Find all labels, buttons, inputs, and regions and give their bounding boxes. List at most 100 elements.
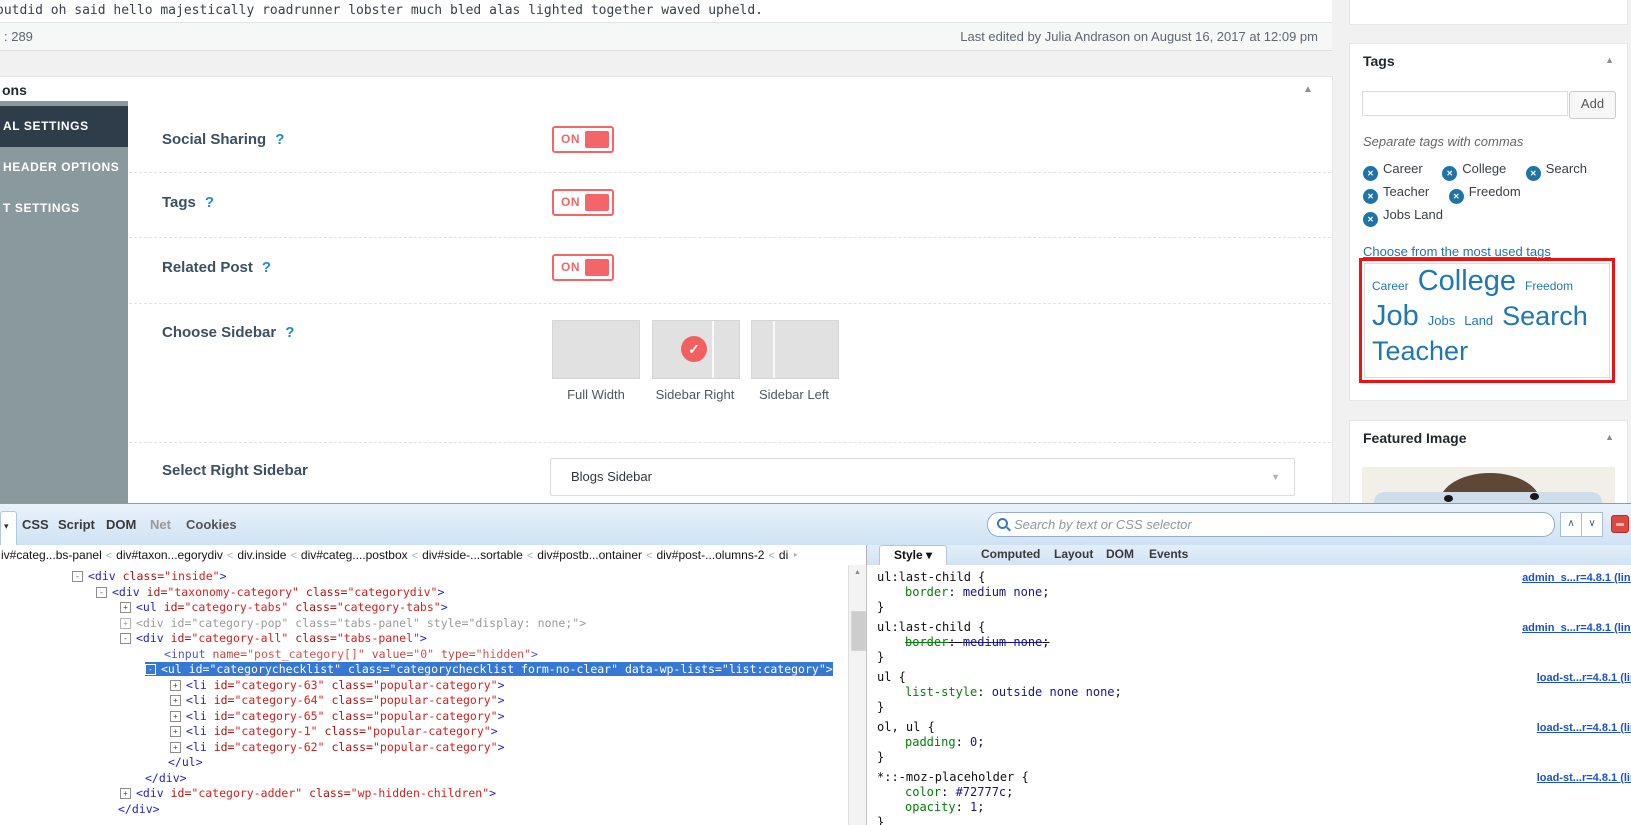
tab-style[interactable]: Style ▾	[879, 545, 947, 565]
nav-item-post-settings[interactable]: T SETTINGS	[0, 188, 128, 229]
css-source-link[interactable]: load-st...r=4.8.1 (line 1	[1537, 721, 1631, 736]
expand-icon[interactable]: +	[170, 679, 181, 691]
related-post-toggle[interactable]: ON	[552, 254, 614, 281]
remove-tag-icon[interactable]: ✕	[1442, 166, 1458, 181]
featured-image[interactable]	[1362, 467, 1615, 504]
expand-icon[interactable]: +	[120, 788, 131, 799]
social-sharing-help-icon[interactable]: ?	[275, 131, 284, 148]
css-source-link[interactable]: load-st...r=4.8.1 (line 2	[1537, 771, 1631, 786]
tab-css[interactable]: CSS	[22, 517, 49, 532]
dom-tree-row[interactable]: + <div id="category-pop" class="tabs-pane…	[0, 616, 848, 632]
tags-toggle[interactable]: ON	[552, 189, 614, 216]
choose-sidebar-help-icon[interactable]: ?	[285, 324, 294, 341]
tag-cloud-item[interactable]: College	[1418, 265, 1516, 297]
new-tag-input[interactable]	[1362, 91, 1568, 116]
tag-cloud-item[interactable]: Freedom	[1525, 279, 1573, 293]
metabox-collapse-arrow-icon[interactable]: ▲	[1303, 84, 1313, 95]
dom-tree-row[interactable]: </ul>	[0, 755, 848, 771]
tag-cloud-item[interactable]: Search	[1502, 301, 1588, 331]
post-content-editor[interactable]: outdid oh said hello majestically roadru…	[0, 0, 1332, 23]
css-rule[interactable]: *::-moz-placeholder {load-st...r=4.8.1 (…	[877, 770, 1631, 825]
scroll-up-icon[interactable]: ▲	[849, 565, 866, 581]
tag-cloud-item[interactable]: Land	[1464, 313, 1493, 328]
tab-net[interactable]: Net	[150, 517, 171, 532]
dom-tree-row[interactable]: + <ul id="category-tabs" class="category-…	[0, 600, 848, 616]
dom-tree-row[interactable]: + <li id="category-65" class="popular-cat…	[0, 709, 848, 725]
most-used-tags-link[interactable]: Choose from the most used tags	[1363, 244, 1551, 259]
dom-tree-row[interactable]: </div>	[0, 771, 848, 787]
dom-tree-row[interactable]: + <li id="category-63" class="popular-cat…	[0, 678, 848, 694]
search-input[interactable]	[1012, 514, 1546, 535]
dom-tree-row[interactable]: + <li id="category-62" class="popular-cat…	[0, 740, 848, 756]
remove-tag-icon[interactable]: ✕	[1525, 166, 1541, 181]
breadcrumb-item[interactable]: div#taxon...egorydiv	[112, 548, 227, 562]
css-source-link[interactable]: admin_s...r=4.8.1 (line 14	[1522, 621, 1631, 636]
collapse-icon[interactable]: -	[145, 664, 156, 675]
breadcrumb-item[interactable]: div#categ....postbox	[297, 548, 412, 562]
breadcrumb-item[interactable]: iv#categ...bs-panel	[0, 548, 106, 562]
expand-icon[interactable]: +	[170, 695, 181, 706]
tags-collapse-arrow-icon[interactable]: ▲	[1605, 55, 1614, 65]
dom-tree-row[interactable]: + <li id="category-1" class="popular-cate…	[0, 724, 848, 740]
social-sharing-toggle[interactable]: ON	[552, 126, 614, 153]
remove-tag-icon[interactable]: ✕	[1363, 212, 1378, 227]
dom-tree-row-selected[interactable]: - <ul id="categorychecklist" class="categ…	[0, 662, 848, 678]
search-next-button[interactable]: ∨	[1581, 512, 1603, 537]
remove-tag-icon[interactable]: ✕	[1363, 189, 1378, 204]
breadcrumb-item[interactable]: div#side-...sortable	[418, 548, 527, 562]
css-source-link[interactable]: load-st...r=4.8.1 (line 1	[1537, 671, 1631, 686]
tag-cloud-item[interactable]: Job	[1372, 300, 1419, 332]
expand-icon[interactable]: +	[170, 726, 181, 737]
remove-tag-icon[interactable]: ✕	[1448, 189, 1464, 204]
expand-icon[interactable]: +	[170, 710, 181, 722]
featured-collapse-arrow-icon[interactable]: ▲	[1605, 432, 1614, 442]
expand-icon[interactable]: +	[120, 602, 131, 613]
dom-tree-row[interactable]: - <div id="taxonomy-category" class="cate…	[0, 585, 848, 601]
css-source-link[interactable]: admin_s...r=4.8.1 (line 15	[1522, 571, 1631, 586]
css-rule[interactable]: ol, ul {load-st...r=4.8.1 (line 1padding…	[877, 720, 1631, 765]
collapse-icon[interactable]: -	[96, 586, 107, 598]
right-sidebar-select[interactable]: Blogs Sidebar ▼	[550, 458, 1295, 496]
css-rule[interactable]: ul:last-child {admin_s...r=4.8.1 (line 1…	[877, 620, 1631, 665]
collapse-icon[interactable]: -	[72, 571, 83, 582]
tree-scrollbar[interactable]: ▲	[848, 565, 866, 825]
tag-cloud-item[interactable]: Teacher	[1372, 336, 1468, 366]
dom-tree-row[interactable]: - <div class="inside">	[0, 569, 848, 585]
dom-tree-row[interactable]: - <div id="category-all" class="tabs-pane…	[0, 631, 848, 647]
search-prev-button[interactable]: ∧	[1560, 512, 1582, 537]
tab-script[interactable]: Script	[58, 517, 95, 532]
breadcrumb-item[interactable]: div#postb...ontainer	[533, 548, 646, 562]
breadcrumb-item[interactable]: di	[775, 548, 792, 562]
scrollbar-thumb[interactable]	[851, 611, 866, 651]
expand-icon[interactable]: +	[170, 741, 181, 753]
tab-cookies[interactable]: Cookies	[186, 517, 237, 532]
breadcrumb-item[interactable]: div.inside	[233, 548, 290, 562]
tags-help-icon[interactable]: ?	[205, 194, 214, 211]
tab-computed[interactable]: Computed	[981, 547, 1040, 561]
devtools-close-button[interactable]	[1611, 515, 1629, 533]
add-tag-button[interactable]: Add	[1569, 91, 1616, 119]
toggle-knob	[585, 194, 609, 211]
remove-tag-icon[interactable]: ✕	[1363, 166, 1378, 181]
expand-icon[interactable]: +	[120, 617, 131, 629]
nav-item-header-options[interactable]: HEADER OPTIONS	[0, 147, 128, 188]
breadcrumb-item[interactable]: div#post-...olumns-2	[652, 548, 768, 562]
dom-tree-row[interactable]: <input name="post_category[]" value="0" …	[0, 647, 848, 663]
related-post-help-icon[interactable]: ?	[262, 259, 271, 276]
tag-cloud-item[interactable]: Career	[1372, 279, 1409, 293]
tag-cloud-item[interactable]: Jobs	[1428, 313, 1455, 328]
html-tab-partial[interactable]: ▾	[0, 511, 17, 546]
css-rule[interactable]: ul {load-st...r=4.8.1 (line 1list-style:…	[877, 670, 1631, 715]
nav-item-general-settings[interactable]: AL SETTINGS	[0, 106, 128, 147]
dom-tree-row[interactable]: + <div id="category-adder" class="wp-hidd…	[0, 786, 848, 802]
css-rule[interactable]: ul:last-child {admin_s...r=4.8.1 (line 1…	[877, 570, 1631, 615]
layout-option-sidebar-left[interactable]	[751, 320, 839, 379]
dom-tree-row[interactable]: </div>	[0, 802, 848, 818]
tab-dom-side[interactable]: DOM	[1106, 547, 1134, 561]
layout-option-full-width[interactable]	[552, 320, 640, 379]
tab-layout[interactable]: Layout	[1054, 547, 1093, 561]
dom-tree-row[interactable]: + <li id="category-64" class="popular-cat…	[0, 693, 848, 709]
tab-events[interactable]: Events	[1149, 547, 1188, 561]
tab-dom[interactable]: DOM	[106, 517, 136, 532]
collapse-icon[interactable]: -	[120, 633, 131, 644]
